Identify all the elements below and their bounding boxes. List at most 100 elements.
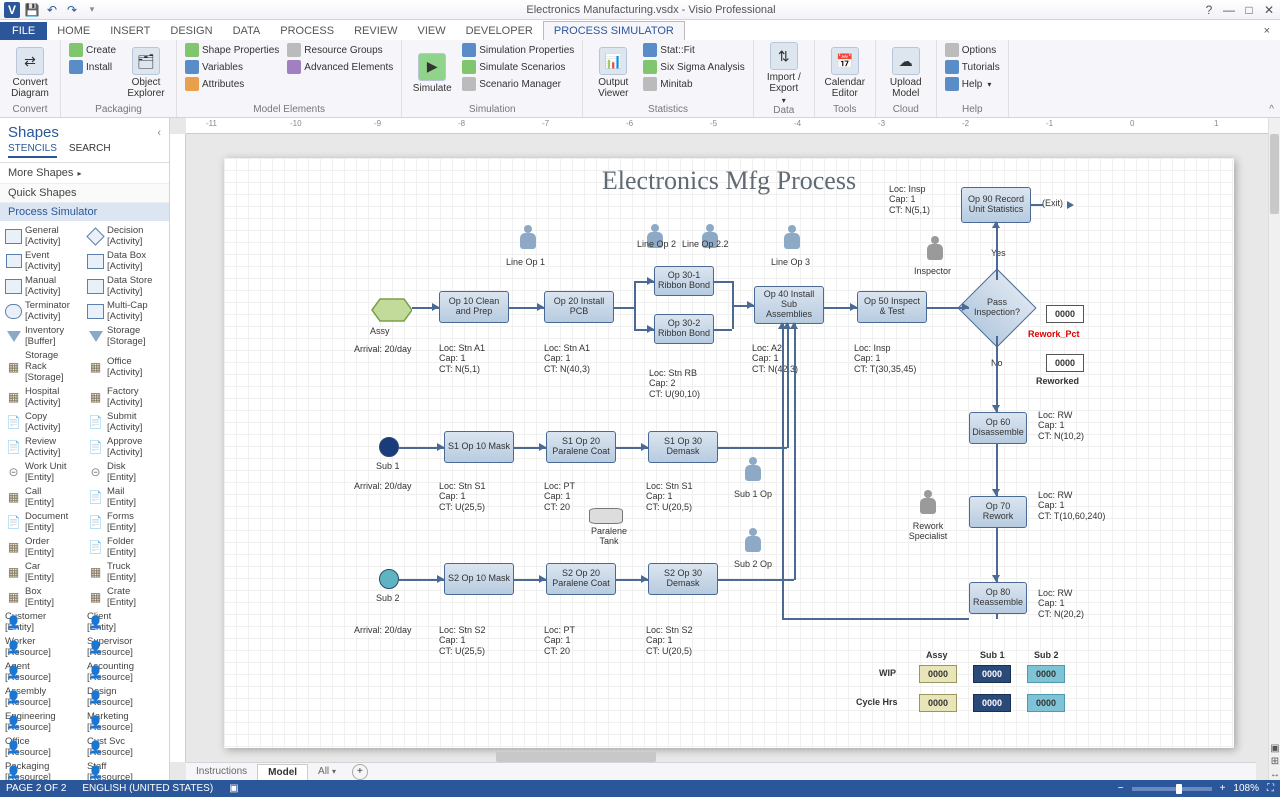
- stencil-event-activity-[interactable]: Event[Activity]: [3, 249, 84, 273]
- zoom-slider[interactable]: [1132, 787, 1212, 791]
- stencil-review-activity-[interactable]: 📄Review[Activity]: [3, 435, 84, 459]
- macro-record-icon[interactable]: ▣: [229, 783, 238, 794]
- box-op60[interactable]: Op 60 Disassemble: [969, 412, 1027, 444]
- file-tab[interactable]: FILE: [0, 22, 47, 40]
- calendar-editor-button[interactable]: 📅Calendar Editor: [821, 42, 869, 104]
- box-s1op20[interactable]: S1 Op 20 Paralene Coat: [546, 431, 616, 463]
- stencil-terminator-activity-[interactable]: Terminator[Activity]: [3, 299, 84, 323]
- box-op20[interactable]: Op 20 Install PCB: [544, 291, 614, 323]
- box-s1op10[interactable]: S1 Op 10 Mask: [444, 431, 514, 463]
- upload-model-button[interactable]: ☁Upload Model: [882, 42, 930, 104]
- stencil-office-resource-[interactable]: 👤Office[Resource]: [3, 735, 84, 759]
- stencil-cust-svc-resource-[interactable]: 👤Cust Svc[Resource]: [85, 735, 166, 759]
- stencil-data-store-activity-[interactable]: Data Store[Activity]: [85, 274, 166, 298]
- add-sheet-button[interactable]: +: [352, 764, 368, 780]
- advanced-elements-button[interactable]: Advanced Elements: [285, 59, 395, 75]
- sheet-instructions[interactable]: Instructions: [186, 764, 257, 779]
- stencil-hospital-activity-[interactable]: ▦Hospital[Activity]: [3, 385, 84, 409]
- quick-shapes-button[interactable]: Quick Shapes: [0, 183, 169, 203]
- entity-assy[interactable]: [364, 296, 412, 324]
- person-s1op[interactable]: [742, 457, 764, 483]
- tab-insert[interactable]: INSERT: [100, 22, 160, 40]
- box-op70[interactable]: Op 70 Rework: [969, 496, 1027, 528]
- simulate-button[interactable]: ▶Simulate: [408, 42, 456, 104]
- install-button[interactable]: Install: [67, 59, 118, 75]
- attributes-button[interactable]: Attributes: [183, 76, 281, 92]
- stencil-worker-resource-[interactable]: 👤Worker[Resource]: [3, 635, 84, 659]
- zoom-in-icon[interactable]: +: [1220, 783, 1226, 794]
- object-explorer-button[interactable]: 🗂Object Explorer: [122, 42, 170, 104]
- stencil-staff-resource-[interactable]: 👤Staff[Resource]: [85, 760, 166, 780]
- stencil-multi-cap-activity-[interactable]: Multi-Cap[Activity]: [85, 299, 166, 323]
- stencil-general-activity-[interactable]: General[Activity]: [3, 224, 84, 248]
- fit-to-window-icon[interactable]: ⛶: [1267, 783, 1274, 794]
- stencil-copy-activity-[interactable]: 📄Copy[Activity]: [3, 410, 84, 434]
- stencil-agent-resource-[interactable]: 👤Agent[Resource]: [3, 660, 84, 684]
- sim-properties-button[interactable]: Simulation Properties: [460, 42, 576, 58]
- sim-scenarios-button[interactable]: Simulate Scenarios: [460, 59, 576, 75]
- box-s1op30[interactable]: S1 Op 30 Demask: [648, 431, 718, 463]
- box-op40[interactable]: Op 40 Install Sub Assemblies: [754, 286, 824, 324]
- person-insp[interactable]: [924, 236, 946, 262]
- stencil-manual-activity-[interactable]: Manual[Activity]: [3, 274, 84, 298]
- tab-developer[interactable]: DEVELOPER: [456, 22, 543, 40]
- undo-icon[interactable]: ↶: [44, 2, 60, 18]
- hscroll-thumb[interactable]: [496, 752, 656, 762]
- tab-design[interactable]: DESIGN: [160, 22, 222, 40]
- box-s2op30[interactable]: S2 Op 30 Demask: [648, 563, 718, 595]
- tank-paralene[interactable]: [589, 508, 623, 524]
- minimize-icon[interactable]: —: [1222, 3, 1236, 17]
- vscroll-thumb[interactable]: [1270, 134, 1279, 214]
- stencil-supervisor-resource-[interactable]: 👤Supervisor[Resource]: [85, 635, 166, 659]
- entity-sub1[interactable]: [379, 437, 399, 457]
- box-op80[interactable]: Op 80 Reassemble: [969, 582, 1027, 614]
- zoom-out-icon[interactable]: −: [1118, 783, 1124, 794]
- create-button[interactable]: Create: [67, 42, 118, 58]
- stencil-customer-entity-[interactable]: 👤Customer[Entity]: [3, 610, 84, 634]
- box-s2op20[interactable]: S2 Op 20 Paralene Coat: [546, 563, 616, 595]
- stencil-mail-entity-[interactable]: 📄Mail[Entity]: [85, 485, 166, 509]
- sixsigma-button[interactable]: Six Sigma Analysis: [641, 59, 746, 75]
- import-export-button[interactable]: ⇅Import / Export▾: [760, 42, 808, 105]
- tab-home[interactable]: HOME: [47, 22, 100, 40]
- collapse-ribbon-icon[interactable]: ^: [1269, 104, 1274, 115]
- stencil-document-entity-[interactable]: 📄Document[Entity]: [3, 510, 84, 534]
- stencil-engineering-resource-[interactable]: 👤Engineering[Resource]: [3, 710, 84, 734]
- person-lo1[interactable]: [517, 225, 539, 251]
- stencil-assembly-resource-[interactable]: 👤Assembly[Resource]: [3, 685, 84, 709]
- tab-review[interactable]: REVIEW: [344, 22, 407, 40]
- stencil-order-entity-[interactable]: ▦Order[Entity]: [3, 535, 84, 559]
- person-rws[interactable]: [917, 490, 939, 516]
- stencil-accounting-resource-[interactable]: 👤Accounting[Resource]: [85, 660, 166, 684]
- zoom-width-icon[interactable]: ↔: [1266, 769, 1280, 780]
- convert-diagram-button[interactable]: ⇄Convert Diagram: [6, 42, 54, 104]
- stencil-office-activity-[interactable]: ▦Office[Activity]: [85, 349, 166, 384]
- tutorials-button[interactable]: Tutorials: [943, 59, 1002, 75]
- stencil-storage-rack-storage-[interactable]: ▦Storage Rack[Storage]: [3, 349, 84, 384]
- stencil-truck-entity-[interactable]: ▦Truck[Entity]: [85, 560, 166, 584]
- stencil-call-entity-[interactable]: ▦Call[Entity]: [3, 485, 84, 509]
- sheet-model[interactable]: Model: [257, 764, 308, 780]
- variables-button[interactable]: Variables: [183, 59, 281, 75]
- box-op10[interactable]: Op 10 Clean and Prep: [439, 291, 509, 323]
- person-lo3[interactable]: [781, 225, 803, 251]
- vertical-scrollbar[interactable]: ▣ ⊞ ↔: [1268, 118, 1280, 780]
- search-tab[interactable]: SEARCH: [69, 143, 111, 158]
- ribbon-close-icon[interactable]: ×: [1264, 25, 1270, 37]
- stencil-disk-entity-[interactable]: ⊝Disk[Entity]: [85, 460, 166, 484]
- stencil-factory-activity-[interactable]: ▦Factory[Activity]: [85, 385, 166, 409]
- box-op50[interactable]: Op 50 Inspect & Test: [857, 291, 927, 323]
- stencil-marketing-resource-[interactable]: 👤Marketing[Resource]: [85, 710, 166, 734]
- tab-process-simulator[interactable]: PROCESS SIMULATOR: [543, 21, 685, 40]
- output-viewer-button[interactable]: 📊Output Viewer: [589, 42, 637, 104]
- stencil-forms-entity-[interactable]: 📄Forms[Entity]: [85, 510, 166, 534]
- sheet-all[interactable]: All ▾: [308, 764, 346, 779]
- stencil-box-entity-[interactable]: ▦Box[Entity]: [3, 585, 84, 609]
- more-shapes-button[interactable]: More Shapes▸: [0, 163, 169, 183]
- zoom-presentation-icon[interactable]: ▣: [1266, 743, 1280, 754]
- page-indicator[interactable]: PAGE 2 OF 2: [6, 783, 66, 794]
- person-s2op[interactable]: [742, 528, 764, 554]
- redo-icon[interactable]: ↷: [64, 2, 80, 18]
- shape-properties-button[interactable]: Shape Properties: [183, 42, 281, 58]
- qat-customize-icon[interactable]: ▾: [84, 2, 100, 18]
